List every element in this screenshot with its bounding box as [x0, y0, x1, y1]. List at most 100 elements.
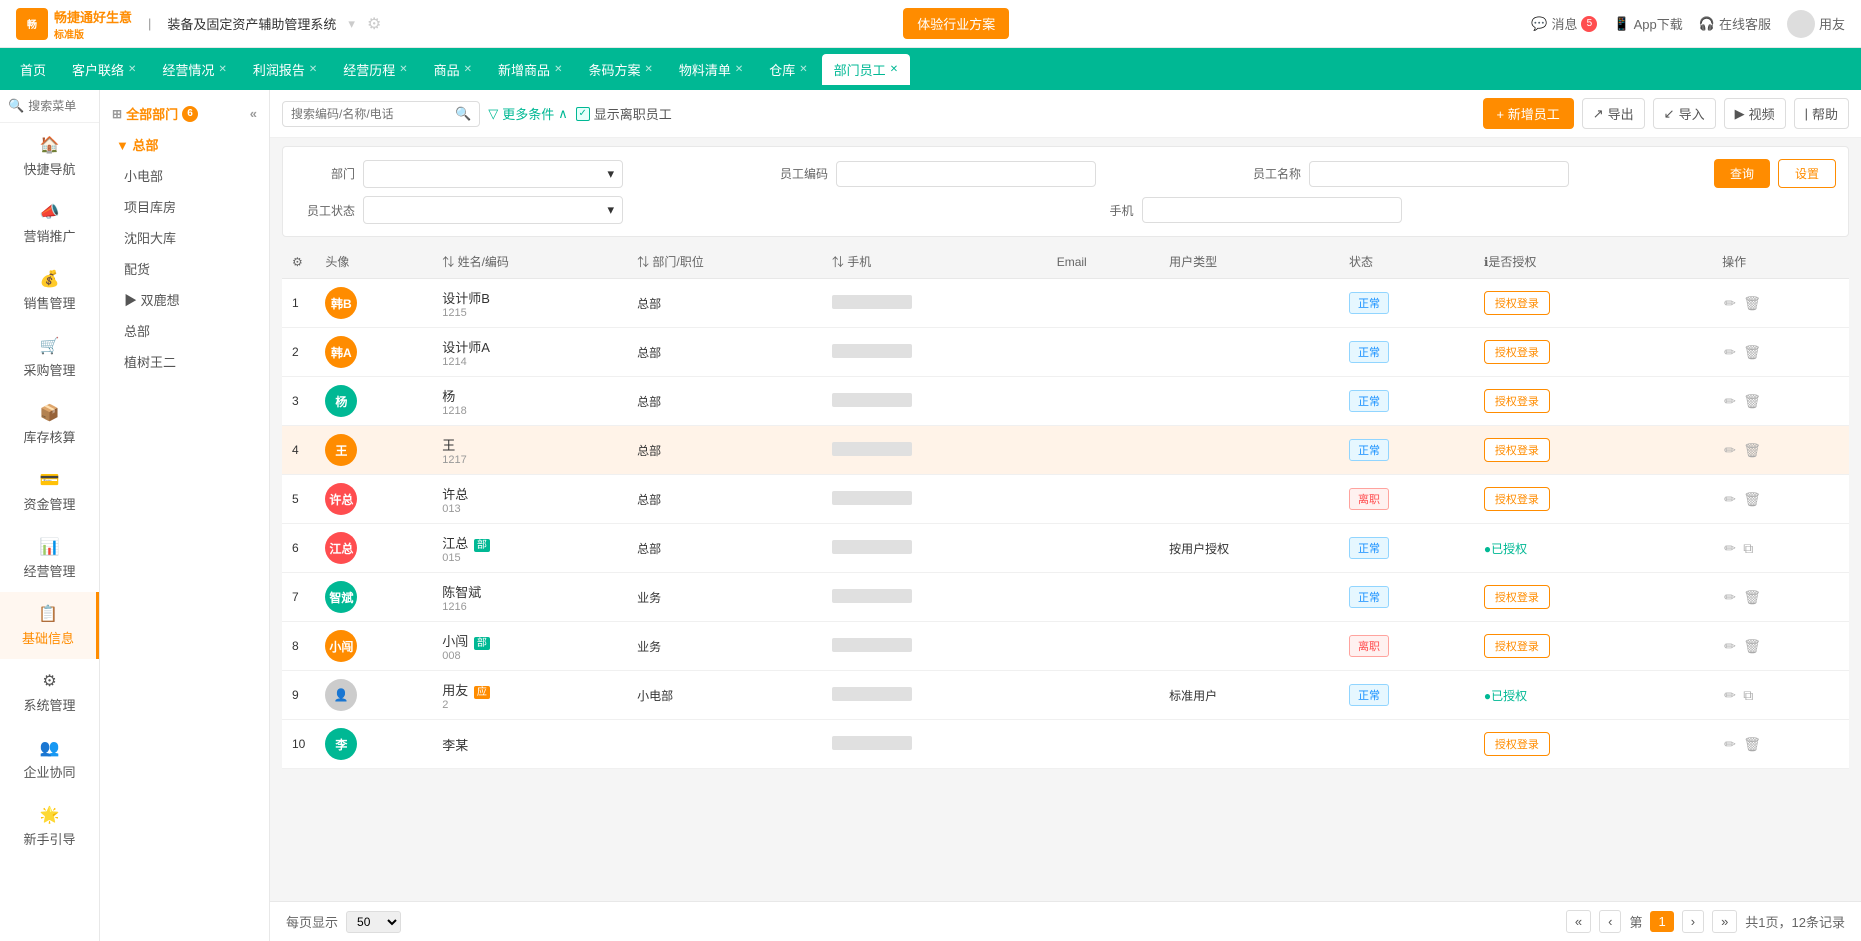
dept-item-tree[interactable]: 植树王二: [100, 346, 269, 377]
edit-btn[interactable]: ✏: [1724, 540, 1736, 556]
dept-item-general[interactable]: ▼ 总部: [100, 129, 269, 160]
show-resigned-checkbox[interactable]: ✓ 显示离职员工: [576, 104, 672, 123]
col-settings[interactable]: ⚙: [282, 245, 315, 279]
first-page-btn[interactable]: «: [1566, 910, 1591, 933]
dept-item-project[interactable]: 项目库房: [100, 191, 269, 222]
online-service-action[interactable]: 🎧 在线客服: [1699, 14, 1771, 33]
tab-home[interactable]: 首页: [8, 54, 58, 85]
dept-tag: 部: [474, 637, 490, 650]
tab-warehouse[interactable]: 仓库 ✕: [757, 54, 819, 85]
delete-btn[interactable]: 🗑: [1743, 491, 1761, 507]
add-employee-btn[interactable]: + 新增员工: [1483, 98, 1574, 129]
per-page-select[interactable]: 50 100 200: [346, 911, 401, 933]
delete-btn[interactable]: 🗑: [1743, 344, 1761, 360]
row-num: 1: [282, 279, 315, 328]
delete-btn[interactable]: 🗑: [1743, 393, 1761, 409]
dept-item-small-elec[interactable]: 小电部: [100, 160, 269, 191]
nav-item-guide[interactable]: 🌟 新手引导: [0, 793, 99, 860]
edit-btn[interactable]: ✏: [1724, 442, 1736, 458]
edit-btn[interactable]: ✏: [1724, 589, 1736, 605]
filter-emp-status: 员工状态 ▾: [295, 196, 1058, 224]
next-page-btn[interactable]: ›: [1682, 910, 1704, 933]
nav-item-sales[interactable]: 💰 销售管理: [0, 257, 99, 324]
auth-btn[interactable]: 授权登录: [1484, 389, 1550, 413]
delete-btn[interactable]: 🗑: [1743, 442, 1761, 458]
trial-button[interactable]: 体验行业方案: [903, 8, 1009, 39]
filter-more-btn[interactable]: ▽ 更多条件 ∧: [488, 104, 568, 123]
tab-department[interactable]: 部门员工 ✕: [822, 54, 910, 85]
delete-btn[interactable]: 🗑: [1743, 589, 1761, 605]
app-download-action[interactable]: 📱 App下载: [1613, 14, 1682, 33]
dept-item-double[interactable]: ▶ 双鹿想: [100, 284, 269, 315]
nav-item-operations[interactable]: 📊 经营管理: [0, 525, 99, 592]
delete-btn[interactable]: 🗑: [1743, 638, 1761, 654]
tab-bom[interactable]: 物料清单 ✕: [667, 54, 755, 85]
checkbox-icon[interactable]: ✓: [576, 107, 590, 121]
delete-btn[interactable]: 🗑: [1743, 736, 1761, 752]
phone-input[interactable]: [1142, 197, 1402, 223]
edit-btn[interactable]: ✏: [1724, 491, 1736, 507]
edit-btn[interactable]: ✏: [1724, 687, 1736, 703]
nav-item-collab[interactable]: 👥 企业协同: [0, 726, 99, 793]
copy-btn[interactable]: ⧉: [1743, 687, 1753, 703]
col-name[interactable]: ⇅ 姓名/编码: [432, 245, 627, 279]
export-btn[interactable]: ↗ 导出: [1582, 98, 1645, 129]
row-avatar: 👤: [315, 671, 432, 720]
status-select[interactable]: ▾: [363, 196, 623, 224]
dept-item-shenyang[interactable]: 沈阳大库: [100, 222, 269, 253]
edit-btn[interactable]: ✏: [1724, 344, 1736, 360]
dept-item-hq[interactable]: 总部: [100, 315, 269, 346]
tab-add-goods[interactable]: 新增商品 ✕: [486, 54, 574, 85]
table-row: 2 韩A 设计师A1214 总部 正常 授权登录 ✏: [282, 328, 1849, 377]
nav-item-shortcuts[interactable]: 🏠 快捷导航: [0, 123, 99, 190]
nav-item-finance[interactable]: 💳 资金管理: [0, 458, 99, 525]
auth-btn[interactable]: 授权登录: [1484, 291, 1550, 315]
edit-btn[interactable]: ✏: [1724, 736, 1736, 752]
auth-btn[interactable]: 授权登录: [1484, 438, 1550, 462]
message-icon: 💬: [1531, 16, 1547, 32]
col-dept[interactable]: ⇅ 部门/职位: [627, 245, 822, 279]
auth-btn[interactable]: 授权登录: [1484, 340, 1550, 364]
row-avatar: 王: [315, 426, 432, 475]
nav-item-marketing[interactable]: 📣 营销推广: [0, 190, 99, 257]
nav-item-purchase[interactable]: 🛒 采购管理: [0, 324, 99, 391]
prev-page-btn[interactable]: ‹: [1599, 910, 1621, 933]
query-btn[interactable]: 查询: [1714, 159, 1770, 188]
tab-barcode[interactable]: 条码方案 ✕: [576, 54, 664, 85]
tab-profit[interactable]: 利润报告 ✕: [241, 54, 329, 85]
search-input[interactable]: [291, 107, 451, 121]
dept-item-distribution[interactable]: 配货: [100, 253, 269, 284]
edit-btn[interactable]: ✏: [1724, 393, 1736, 409]
user-area[interactable]: 用友: [1787, 10, 1845, 38]
col-phone[interactable]: ⇅ 手机: [822, 245, 1047, 279]
nav-item-system[interactable]: ⚙ 系统管理: [0, 659, 99, 726]
set-btn[interactable]: 设置: [1778, 159, 1836, 188]
tab-history[interactable]: 经营历程 ✕: [331, 54, 419, 85]
row-status: 正常: [1339, 279, 1474, 328]
emp-code-input[interactable]: [836, 161, 1096, 187]
settings-icon[interactable]: ⚙: [367, 14, 381, 34]
delete-btn[interactable]: 🗑: [1743, 295, 1761, 311]
messages-action[interactable]: 💬 消息 5: [1531, 14, 1597, 33]
view-btn[interactable]: ▶ 视频: [1724, 98, 1786, 129]
edit-btn[interactable]: ✏: [1724, 295, 1736, 311]
nav-item-inventory[interactable]: 📦 库存核算: [0, 391, 99, 458]
row-dept: 总部: [627, 475, 822, 524]
help-btn[interactable]: | 帮助: [1794, 98, 1849, 129]
tab-customer[interactable]: 客户联络 ✕: [60, 54, 148, 85]
tab-business[interactable]: 经营情况 ✕: [150, 54, 238, 85]
import-btn[interactable]: ↙ 导入: [1653, 98, 1716, 129]
auth-btn[interactable]: 授权登录: [1484, 732, 1550, 756]
tab-goods[interactable]: 商品 ✕: [422, 54, 484, 85]
copy-btn[interactable]: ⧉: [1743, 540, 1753, 556]
dept-collapse-btn[interactable]: «: [250, 106, 257, 121]
last-page-btn[interactable]: »: [1712, 910, 1737, 933]
dept-select[interactable]: ▾: [363, 160, 623, 188]
sidebar-search-input[interactable]: [28, 99, 91, 113]
auth-btn[interactable]: 授权登录: [1484, 487, 1550, 511]
emp-name-input[interactable]: [1309, 161, 1569, 187]
auth-btn[interactable]: 授权登录: [1484, 585, 1550, 609]
edit-btn[interactable]: ✏: [1724, 638, 1736, 654]
nav-item-basic[interactable]: 📋 基础信息: [0, 592, 99, 659]
auth-btn[interactable]: 授权登录: [1484, 634, 1550, 658]
